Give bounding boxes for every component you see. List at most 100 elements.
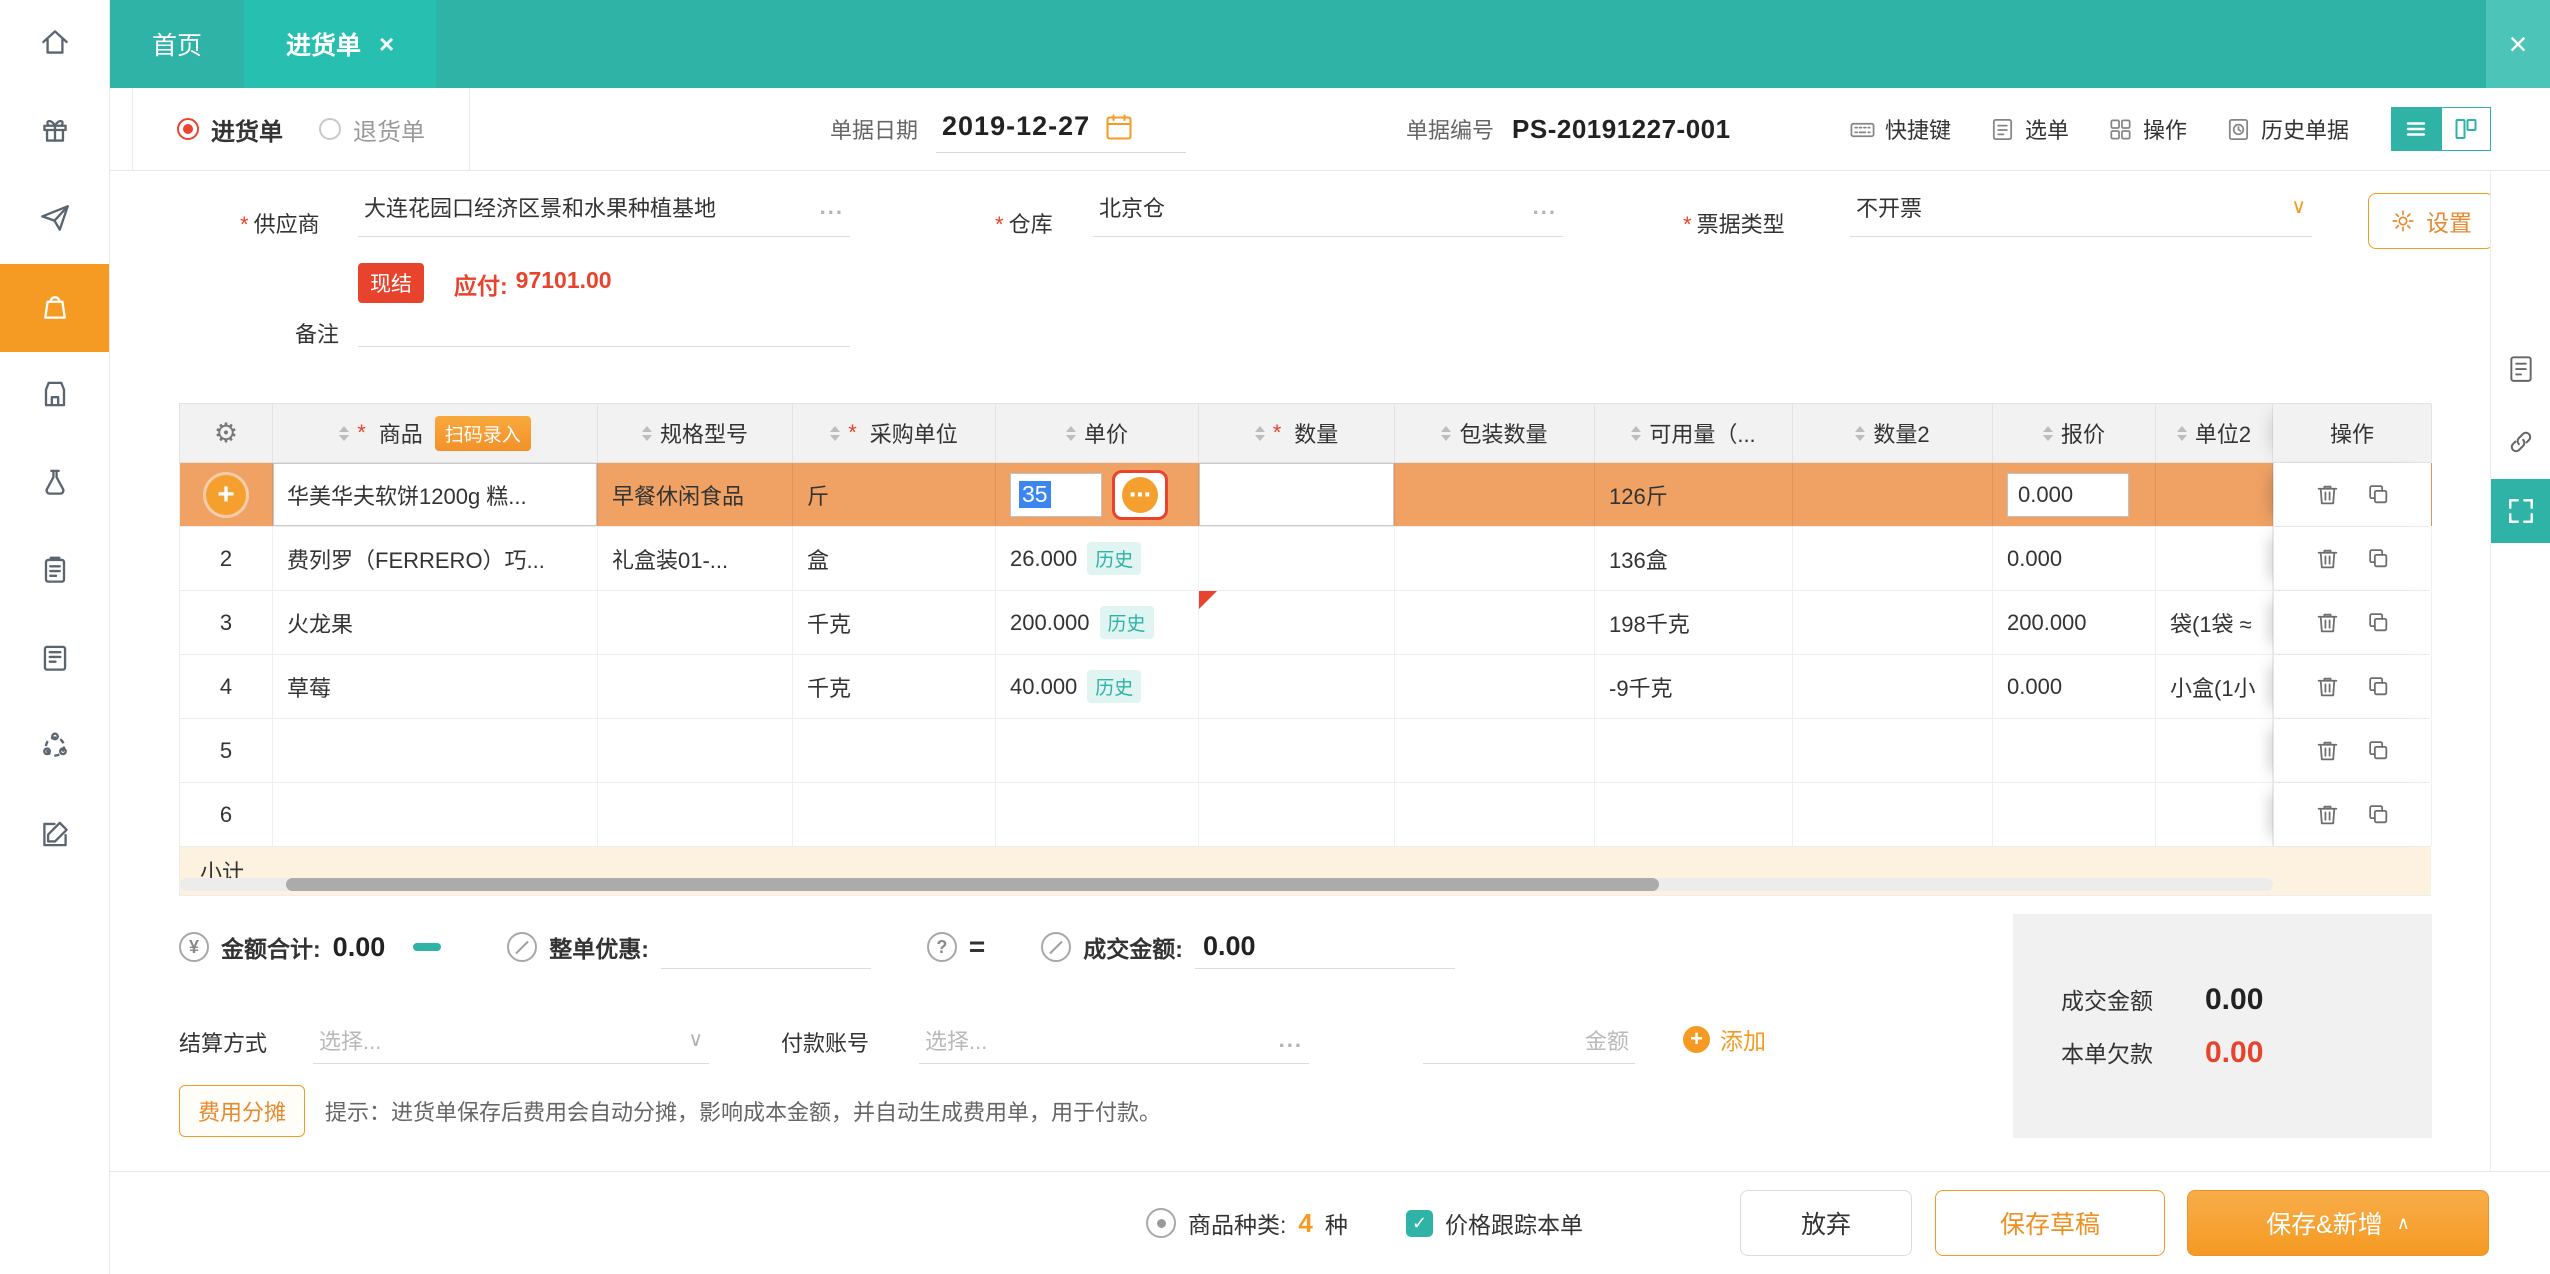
add-payment-button[interactable]: + 添加 [1683,1022,1766,1056]
pack-qty-cell[interactable] [1395,527,1595,590]
help-icon[interactable]: ? [926,932,957,962]
board-view-toggle[interactable] [2441,107,2491,151]
tab-purchase-order[interactable]: 进货单 × [244,0,437,88]
spec-cell[interactable]: 早餐休闲食品 [598,463,793,526]
abandon-button[interactable]: 放弃 [1740,1190,1912,1256]
copy-row-icon[interactable] [2366,482,2391,507]
sort-icon[interactable] [830,425,841,441]
table-row[interactable]: 5 [179,719,2432,783]
col-header-qty2[interactable]: 数量2 [1793,404,1993,462]
product-cell[interactable]: 草莓 [273,655,598,718]
history-badge[interactable]: 历史 [1087,670,1142,703]
qty2-cell[interactable] [1793,591,1993,654]
product-cell[interactable] [273,783,598,846]
doc-date-field[interactable]: 2019-12-27 [936,105,1187,153]
discount-input[interactable] [660,925,871,969]
row-number-cell[interactable]: 6 [180,783,273,846]
quote-cell[interactable]: 0.000 [1993,463,2156,526]
table-row[interactable]: 3 火龙果 千克 200.000 历史 198千克 200.000 袋(1袋 ≈ [179,591,2432,655]
price-track-checkbox-group[interactable]: ✓ 价格跟踪本单 [1406,1172,1583,1274]
sort-icon[interactable] [2176,425,2187,441]
price-cell[interactable] [996,783,1199,846]
caret-up-icon[interactable]: ∧ [2397,1213,2410,1234]
pack-qty-cell[interactable] [1395,783,1595,846]
price-cell[interactable]: 26.000 历史 [996,527,1199,590]
col-header-unit2[interactable]: 单位2 [2156,404,2273,462]
pack-qty-cell[interactable] [1395,463,1595,526]
unit2-cell[interactable] [2156,719,2273,782]
table-row[interactable]: 2 费列罗（FERRERO）巧... 礼盒装01-... 盒 26.000 历史 136盒 0… [179,527,2432,591]
scan-entry-button[interactable]: 扫码录入 [434,415,531,451]
unit2-cell[interactable]: 袋(1袋 ≈ [2156,591,2273,654]
spec-cell[interactable] [598,719,793,782]
unit-cell[interactable]: 斤 [793,463,996,526]
row-number-cell[interactable]: + [180,463,273,526]
qty-cell[interactable] [1199,591,1395,654]
note-panel-button[interactable] [2491,331,2550,405]
copy-row-icon[interactable] [2366,738,2391,763]
pay-amount-input[interactable]: 金额 [1423,1016,1635,1064]
sidebar-item-ledger[interactable] [0,616,109,704]
calendar-icon[interactable] [1104,112,1134,142]
quote-cell[interactable] [1993,783,2156,846]
copy-row-icon[interactable] [2366,610,2391,635]
sort-icon[interactable] [1631,425,1642,441]
unit-cell[interactable]: 盒 [793,527,996,590]
shortcut-keys-button[interactable]: 快捷键 [1849,113,1951,145]
delete-row-icon[interactable] [2315,546,2340,571]
price-more-button[interactable]: ⋯ [1122,476,1158,513]
sidebar-item-flask[interactable] [0,440,109,528]
table-row[interactable]: 6 [179,783,2432,847]
col-header-spec[interactable]: 规格型号 [598,404,793,462]
add-row-button[interactable]: + [206,474,246,515]
sort-icon[interactable] [1065,425,1076,441]
delete-row-icon[interactable] [2315,802,2340,827]
chevron-down-icon[interactable]: ∨ [688,1027,703,1052]
qty-cell[interactable] [1199,719,1395,782]
quote-cell[interactable]: 0.000 [1993,655,2156,718]
collapse-dash-icon[interactable] [413,943,442,951]
product-cell[interactable]: 费列罗（FERRERO）巧... [273,527,598,590]
sort-icon[interactable] [1855,425,1866,441]
quote-cell[interactable]: 200.000 [1993,591,2156,654]
quote-cell[interactable] [1993,719,2156,782]
window-close-icon[interactable]: × [2486,0,2550,88]
col-header-pack-qty[interactable]: 包装数量 [1395,404,1595,462]
spec-cell[interactable] [598,591,793,654]
unit2-cell[interactable] [2156,527,2273,590]
product-cell[interactable]: 华美华夫软饼1200g 糕... [273,463,598,526]
save-and-new-button[interactable]: 保存&新增 ∧ [2187,1190,2489,1256]
supplier-field[interactable]: 大连花园口经济区景和水果种植基地 ... [358,189,850,237]
table-config-cell[interactable]: ⚙ [180,404,273,462]
delete-row-icon[interactable] [2315,610,2340,635]
price-cell[interactable] [996,719,1199,782]
sidebar-item-sync[interactable] [0,704,109,792]
sidebar-item-gift[interactable] [0,88,109,176]
invoice-type-field[interactable]: 不开票 ∨ [1850,189,2312,237]
qty-cell[interactable] [1199,783,1395,846]
cost-share-button[interactable]: 费用分摊 [179,1085,306,1137]
sort-icon[interactable] [641,425,652,441]
sidebar-item-compose[interactable] [0,792,109,880]
sidebar-item-clipboard[interactable] [0,528,109,616]
spec-cell[interactable]: 礼盒装01-... [598,527,793,590]
qty-cell[interactable] [1199,527,1395,590]
qty-cell[interactable] [1199,463,1395,526]
row-number-cell[interactable]: 4 [180,655,273,718]
price-cell[interactable]: 35 ⋯ [996,463,1199,526]
unit-cell[interactable]: 千克 [793,591,996,654]
sort-icon[interactable] [1441,425,1452,441]
spec-cell[interactable] [598,783,793,846]
qty2-cell[interactable] [1793,783,1993,846]
quote-cell[interactable]: 0.000 [1993,527,2156,590]
history-badge[interactable]: 历史 [1087,542,1142,575]
unit2-cell[interactable] [2156,463,2273,526]
row-number-cell[interactable]: 3 [180,591,273,654]
table-row[interactable]: + 华美华夫软饼1200g 糕... 早餐休闲食品斤 35 ⋯ 126斤 0.000 [179,463,2432,527]
spec-cell[interactable] [598,655,793,718]
sidebar-item-purchase[interactable] [0,264,109,352]
supplier-more-button[interactable]: ... [820,194,844,220]
sidebar-item-home[interactable] [0,0,109,88]
qty2-cell[interactable] [1793,527,1993,590]
quote-input[interactable]: 0.000 [2007,472,2129,517]
